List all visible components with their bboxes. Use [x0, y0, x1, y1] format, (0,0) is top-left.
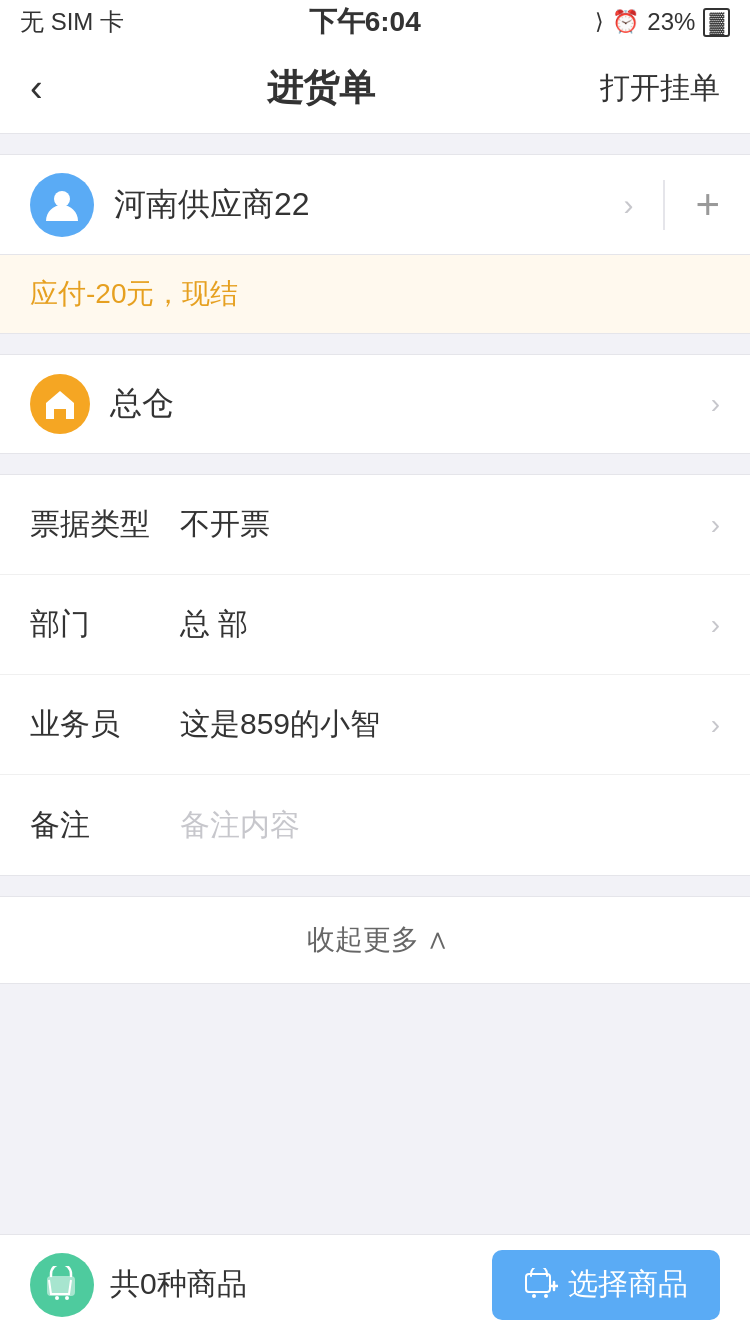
- open-pending-button[interactable]: 打开挂单: [600, 68, 720, 109]
- remark-label: 备注: [30, 805, 160, 846]
- remark-row[interactable]: 备注 备注内容: [0, 775, 750, 875]
- svg-point-7: [544, 1294, 548, 1298]
- supplier-avatar: [30, 173, 94, 237]
- warehouse-name: 总仓: [110, 382, 711, 426]
- cart-plus-icon: [524, 1268, 558, 1302]
- svg-point-3: [55, 1296, 59, 1300]
- notice-row: 应付-20元，现结: [0, 255, 750, 333]
- staff-value: 这是859的小智: [160, 704, 711, 745]
- staff-chevron-icon: ›: [711, 709, 720, 741]
- supplier-divider: [663, 180, 665, 230]
- product-icon: [30, 1253, 94, 1317]
- ticket-type-label: 票据类型: [30, 504, 160, 545]
- remark-input[interactable]: 备注内容: [160, 805, 720, 846]
- battery-label: 23%: [647, 8, 695, 36]
- gap-1: [0, 134, 750, 154]
- staff-row[interactable]: 业务员 这是859的小智 ›: [0, 675, 750, 775]
- collapse-label: 收起更多 ∧: [307, 921, 450, 959]
- ticket-type-value: 不开票: [160, 504, 711, 545]
- warehouse-icon: [30, 374, 90, 434]
- status-right: ⟩ ⏰ 23% ▓: [595, 8, 730, 37]
- product-count: 共0种商品: [110, 1264, 492, 1305]
- ticket-type-chevron-icon: ›: [711, 509, 720, 541]
- status-time: 下午6:04: [309, 3, 421, 41]
- svg-point-6: [532, 1294, 536, 1298]
- add-supplier-button[interactable]: +: [695, 181, 720, 229]
- svg-point-4: [65, 1296, 69, 1300]
- gap-2: [0, 334, 750, 354]
- supplier-name: 河南供应商22: [114, 183, 623, 227]
- battery-icon: ▓: [703, 8, 730, 37]
- supplier-chevron-icon: ›: [623, 188, 633, 222]
- staff-label: 业务员: [30, 704, 160, 745]
- nav-bar: ‹ 进货单 打开挂单: [0, 44, 750, 134]
- select-product-button[interactable]: 选择商品: [492, 1250, 720, 1320]
- ticket-type-row[interactable]: 票据类型 不开票 ›: [0, 475, 750, 575]
- svg-point-0: [54, 191, 70, 207]
- supplier-section: 河南供应商22 › + 应付-20元，现结: [0, 154, 750, 334]
- notice-text: 应付-20元，现结: [30, 278, 238, 309]
- warehouse-chevron-icon: ›: [711, 388, 720, 420]
- status-bar: 无 SIM 卡 下午6:04 ⟩ ⏰ 23% ▓: [0, 0, 750, 44]
- location-icon: ⟩: [595, 9, 604, 35]
- select-product-label: 选择商品: [568, 1264, 688, 1305]
- bottom-bar: 共0种商品 选择商品: [0, 1234, 750, 1334]
- status-left: 无 SIM 卡: [20, 6, 134, 38]
- supplier-row[interactable]: 河南供应商22 › +: [0, 155, 750, 255]
- dept-chevron-icon: ›: [711, 609, 720, 641]
- carrier-label: 无 SIM 卡: [20, 6, 124, 38]
- back-button[interactable]: ‹: [30, 67, 43, 110]
- dept-value: 总 部: [160, 604, 711, 645]
- warehouse-row[interactable]: 总仓 ›: [0, 354, 750, 454]
- svg-rect-1: [54, 409, 66, 419]
- alarm-icon: ⏰: [612, 9, 639, 35]
- dept-row[interactable]: 部门 总 部 ›: [0, 575, 750, 675]
- collapse-row[interactable]: 收起更多 ∧: [0, 896, 750, 984]
- page-title: 进货单: [267, 64, 375, 113]
- dept-label: 部门: [30, 604, 160, 645]
- form-section: 票据类型 不开票 › 部门 总 部 › 业务员 这是859的小智 › 备注 备注…: [0, 474, 750, 876]
